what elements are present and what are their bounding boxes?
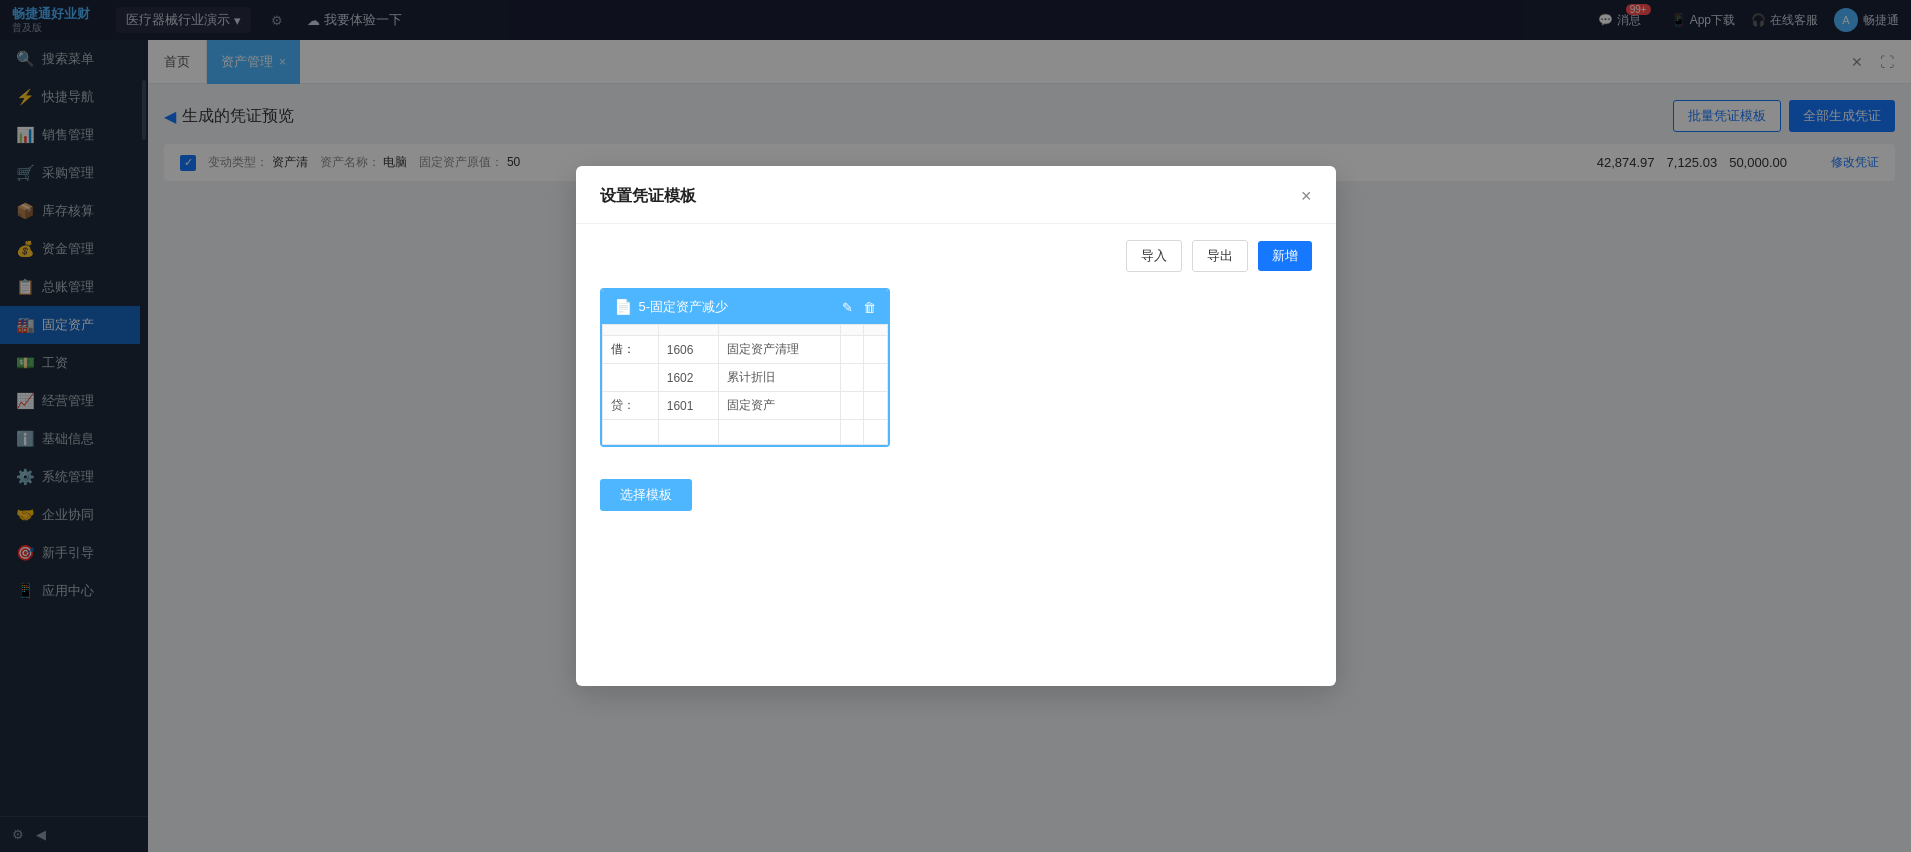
entry-direction: 贷： (602, 392, 658, 420)
entry-account: 固定资产 (718, 392, 840, 420)
entry-credit (864, 392, 887, 420)
template-name: 固定资产减少 (650, 299, 728, 314)
template-card-header: 📄 5-固定资产减少 ✎ 🗑 (602, 290, 888, 324)
content-area: 首页 资产管理 × ✕ ⛶ ◀ 生成的凭证预览 (148, 40, 1911, 852)
col-code (658, 325, 718, 336)
entry-debit (840, 392, 863, 420)
main-area: 🔍 搜索菜单 ⚡ 快捷导航 📊 销售管理 🛒 采购管理 (0, 40, 1911, 852)
import-button[interactable]: 导入 (1126, 240, 1182, 272)
table-row: 贷： 1601 固定资产 (602, 392, 887, 420)
dialog-close-button[interactable]: × (1301, 186, 1312, 207)
entry-credit (864, 336, 887, 364)
entry-empty-2 (658, 420, 718, 445)
template-number-name: 5-固定资产减少 (639, 298, 729, 316)
template-card: 📄 5-固定资产减少 ✎ 🗑 (600, 288, 890, 447)
template-doc-icon: 📄 (614, 298, 633, 316)
dialog-body: 📄 5-固定资产减少 ✎ 🗑 (576, 288, 1336, 686)
dialog-title: 设置凭证模板 (600, 186, 696, 207)
entry-code: 1601 (658, 392, 718, 420)
entry-credit (864, 364, 887, 392)
template-entries-table: 借： 1606 固定资产清理 (602, 324, 888, 445)
select-template-button[interactable]: 选择模板 (600, 479, 692, 511)
entry-account: 固定资产清理 (718, 336, 840, 364)
table-row-empty (602, 420, 887, 445)
table-row: 1602 累计折旧 (602, 364, 887, 392)
entry-empty-4 (840, 420, 863, 445)
entry-direction: 借： (602, 336, 658, 364)
voucher-template-dialog: 设置凭证模板 × 导入 导出 新增 (576, 166, 1336, 686)
template-card-title-area: 📄 5-固定资产减少 (614, 298, 729, 316)
entry-empty-5 (864, 420, 887, 445)
table-row: 借： 1606 固定资产清理 (602, 336, 887, 364)
template-edit-button[interactable]: ✎ (842, 300, 853, 315)
page-content: ◀ 生成的凭证预览 批量凭证模板 全部生成凭证 ✓ 变动类型： 资产清 (148, 84, 1911, 852)
template-card-body: 借： 1606 固定资产清理 (602, 324, 888, 445)
col-debit (840, 325, 863, 336)
col-account (718, 325, 840, 336)
entry-code: 1602 (658, 364, 718, 392)
entry-account: 累计折旧 (718, 364, 840, 392)
new-button[interactable]: 新增 (1258, 241, 1312, 271)
dialog-toolbar: 导入 导出 新增 (576, 224, 1336, 288)
template-number: 5 (639, 299, 646, 314)
entry-code: 1606 (658, 336, 718, 364)
app-container: 畅捷通好业财 普及版 医疗器械行业演示 ▾ ⚙ ☁ 我要体验一下 💬 消息 99… (0, 0, 1911, 852)
template-card-actions: ✎ 🗑 (842, 300, 876, 315)
dialog-overlay: 设置凭证模板 × 导入 导出 新增 (148, 84, 1911, 852)
dialog-header: 设置凭证模板 × (576, 166, 1336, 224)
entry-debit (840, 364, 863, 392)
entry-empty-1 (602, 420, 658, 445)
col-direction (602, 325, 658, 336)
col-credit (864, 325, 887, 336)
table-header-row (602, 325, 887, 336)
entry-debit (840, 336, 863, 364)
export-button[interactable]: 导出 (1192, 240, 1248, 272)
entry-empty-3 (718, 420, 840, 445)
entry-direction (602, 364, 658, 392)
template-delete-button[interactable]: 🗑 (863, 300, 876, 315)
select-template-area: 选择模板 (600, 463, 1312, 511)
